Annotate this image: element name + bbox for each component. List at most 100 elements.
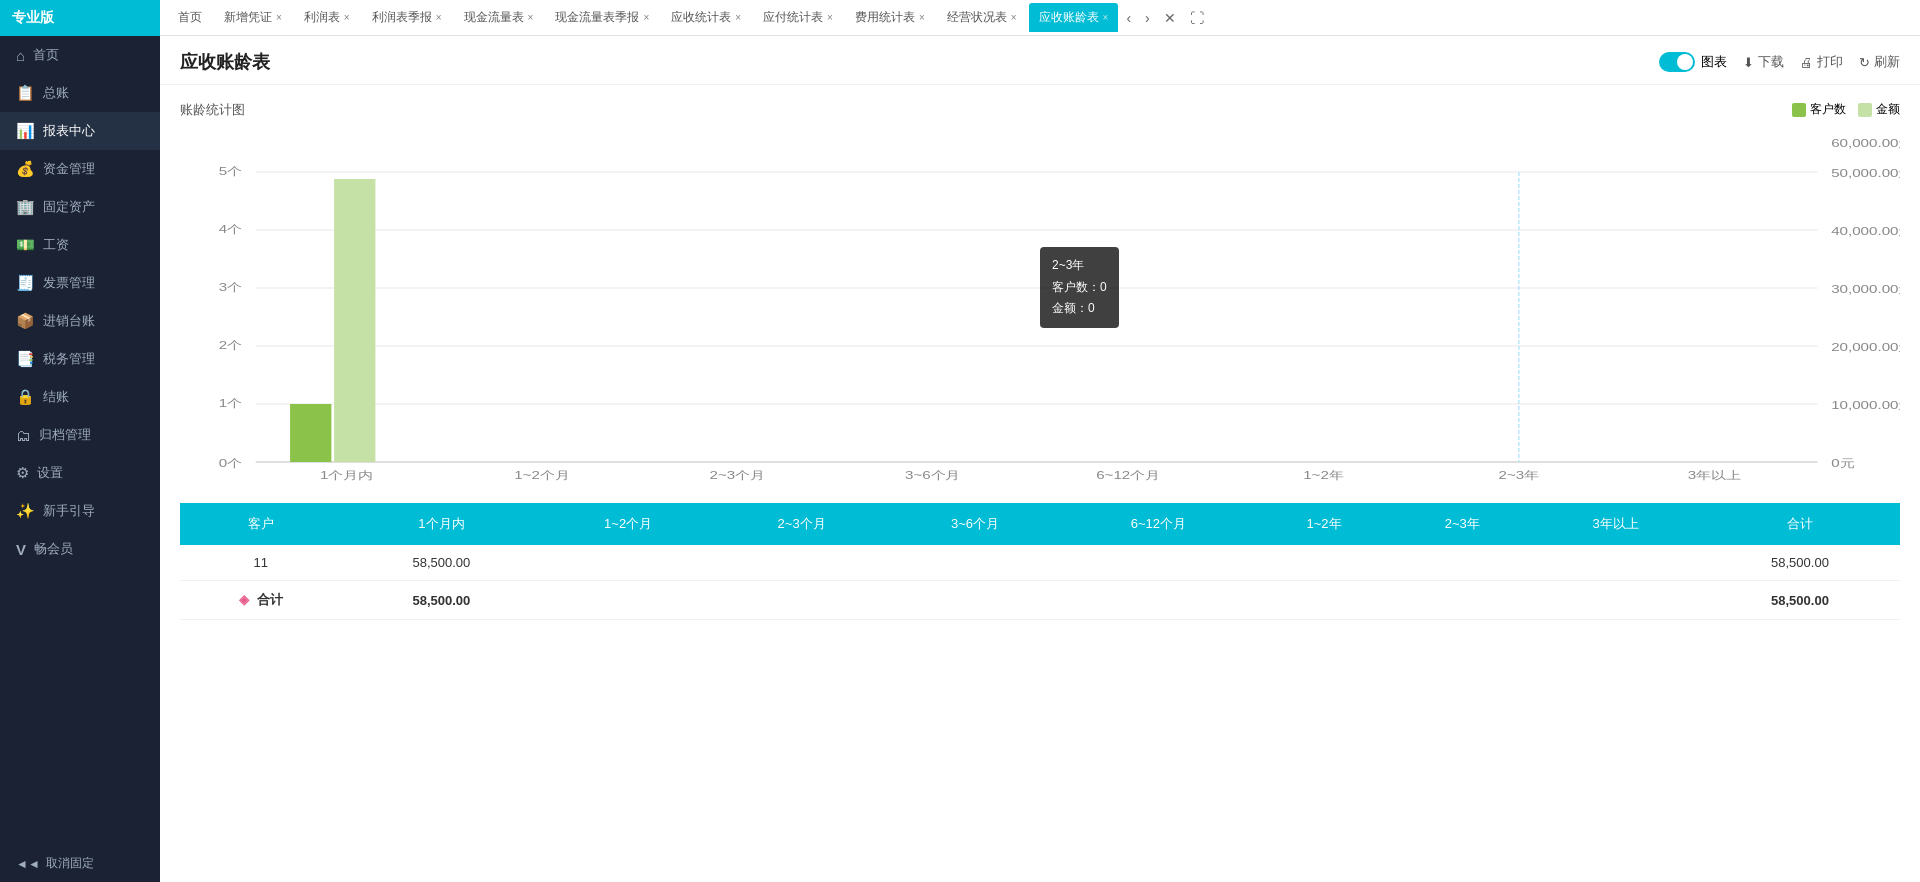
sidebar-item-invoice[interactable]: 🧾 发票管理 bbox=[0, 264, 160, 302]
total-month2-3 bbox=[715, 581, 888, 620]
tab-cashflow-quarterly-label: 现金流量表季报 bbox=[555, 9, 639, 26]
cell-customer: 11 bbox=[180, 545, 341, 581]
table-header-row: 客户 1个月内 1~2个月 2~3个月 3~6个月 6~12个月 1~2年 2~… bbox=[180, 503, 1900, 545]
tab-nav-right[interactable]: › bbox=[1139, 6, 1156, 30]
total-year1-2 bbox=[1255, 581, 1393, 620]
tab-payable-stat-close[interactable]: × bbox=[827, 12, 833, 23]
tab-business-stat[interactable]: 经营状况表 × bbox=[937, 3, 1027, 32]
tab-business-stat-label: 经营状况表 bbox=[947, 9, 1007, 26]
sidebar-item-label: 首页 bbox=[33, 46, 59, 64]
print-button[interactable]: 🖨 打印 bbox=[1800, 53, 1843, 71]
bar-customer-1month bbox=[290, 404, 331, 462]
tab-close-all[interactable]: ✕ bbox=[1158, 6, 1182, 30]
svg-text:1~2个月: 1~2个月 bbox=[514, 469, 569, 481]
reports-icon: 📊 bbox=[16, 122, 35, 140]
cell-total: 58,500.00 bbox=[1700, 545, 1900, 581]
tab-receivable-stat[interactable]: 应收统计表 × bbox=[661, 3, 751, 32]
page-header: 应收账龄表 图表 ⬇ 下载 🖨 打印 ↻ 刷新 bbox=[160, 36, 1920, 85]
stock-icon: 📦 bbox=[16, 312, 35, 330]
sidebar-item-close[interactable]: 🔒 结账 bbox=[0, 378, 160, 416]
cell-month2-3 bbox=[715, 545, 888, 581]
sidebar-item-home[interactable]: ⌂ 首页 bbox=[0, 36, 160, 74]
tab-profit[interactable]: 利润表 × bbox=[294, 3, 360, 32]
sidebar-item-label: 税务管理 bbox=[43, 350, 95, 368]
sidebar-item-ledger[interactable]: 📋 总账 bbox=[0, 74, 160, 112]
tab-profit-close[interactable]: × bbox=[344, 12, 350, 23]
tab-profit-quarterly[interactable]: 利润表季报 × bbox=[362, 3, 452, 32]
legend-amount-color bbox=[1858, 103, 1872, 117]
tab-profit-quarterly-close[interactable]: × bbox=[436, 12, 442, 23]
col-year2-3: 2~3年 bbox=[1393, 503, 1531, 545]
cell-month3-6 bbox=[888, 545, 1061, 581]
total-month6-12 bbox=[1062, 581, 1255, 620]
tab-cashflow-quarterly[interactable]: 现金流量表季报 × bbox=[545, 3, 659, 32]
svg-text:50,000.00元: 50,000.00元 bbox=[1831, 167, 1900, 179]
svg-text:5个: 5个 bbox=[219, 165, 242, 177]
tab-voucher-close[interactable]: × bbox=[276, 12, 282, 23]
tab-payable-stat-label: 应付统计表 bbox=[763, 9, 823, 26]
col-year3plus: 3年以上 bbox=[1531, 503, 1700, 545]
tab-business-stat-close[interactable]: × bbox=[1011, 12, 1017, 23]
sidebar-item-fund[interactable]: 💰 资金管理 bbox=[0, 150, 160, 188]
legend-amount: 金额 bbox=[1858, 101, 1900, 118]
col-month3-6: 3~6个月 bbox=[888, 503, 1061, 545]
member-icon: V bbox=[16, 541, 26, 558]
chart-toggle-label: 图表 bbox=[1701, 53, 1727, 71]
bar-amount-1month bbox=[334, 179, 375, 462]
sidebar-item-guide[interactable]: ✨ 新手引导 bbox=[0, 492, 160, 530]
tax-icon: 📑 bbox=[16, 350, 35, 368]
tab-expense-stat[interactable]: 费用统计表 × bbox=[845, 3, 935, 32]
legend-amount-label: 金额 bbox=[1876, 101, 1900, 118]
home-icon: ⌂ bbox=[16, 47, 25, 64]
download-label: 下载 bbox=[1758, 53, 1784, 71]
sidebar-logo: 专业版 bbox=[0, 0, 160, 36]
svg-text:3~6个月: 3~6个月 bbox=[905, 469, 960, 481]
tab-cashflow-close[interactable]: × bbox=[528, 12, 534, 23]
svg-text:2~3个月: 2~3个月 bbox=[710, 469, 765, 481]
print-label: 打印 bbox=[1817, 53, 1843, 71]
col-customer: 客户 bbox=[180, 503, 341, 545]
sidebar-item-archive[interactable]: 🗂 归档管理 bbox=[0, 416, 160, 454]
chart-svg: 0个 1个 2个 3个 4个 5个 0元 10,000.00元 20,000.0… bbox=[180, 127, 1900, 487]
svg-text:1个月内: 1个月内 bbox=[320, 469, 373, 481]
sidebar-item-tax[interactable]: 📑 税务管理 bbox=[0, 340, 160, 378]
tab-expense-stat-label: 费用统计表 bbox=[855, 9, 915, 26]
svg-text:1个: 1个 bbox=[219, 397, 242, 409]
tab-fullscreen[interactable]: ⛶ bbox=[1184, 6, 1210, 30]
tab-payable-stat[interactable]: 应付统计表 × bbox=[753, 3, 843, 32]
ledger-icon: 📋 bbox=[16, 84, 35, 102]
tab-cashflow[interactable]: 现金流量表 × bbox=[454, 3, 544, 32]
tab-expense-stat-close[interactable]: × bbox=[919, 12, 925, 23]
sidebar-item-label: 结账 bbox=[43, 388, 69, 406]
sidebar-item-reports[interactable]: 📊 报表中心 bbox=[0, 112, 160, 150]
chart-toggle[interactable] bbox=[1659, 52, 1695, 72]
cell-year3plus bbox=[1531, 545, 1700, 581]
tab-aging-table[interactable]: 应收账龄表 × bbox=[1029, 3, 1119, 32]
sidebar-item-salary[interactable]: 💵 工资 bbox=[0, 226, 160, 264]
tab-profit-label: 利润表 bbox=[304, 9, 340, 26]
tab-receivable-stat-close[interactable]: × bbox=[735, 12, 741, 23]
total-label: ◈ 合计 bbox=[180, 581, 341, 620]
sidebar-item-label: 总账 bbox=[43, 84, 69, 102]
sidebar-item-stock[interactable]: 📦 进销台账 bbox=[0, 302, 160, 340]
tab-home[interactable]: 首页 bbox=[168, 3, 212, 32]
total-month1: 58,500.00 bbox=[341, 581, 541, 620]
sidebar-item-label: 新手引导 bbox=[43, 502, 95, 520]
tab-voucher[interactable]: 新增凭证 × bbox=[214, 3, 292, 32]
refresh-button[interactable]: ↻ 刷新 bbox=[1859, 53, 1900, 71]
tab-aging-table-close[interactable]: × bbox=[1103, 12, 1109, 23]
table-area: 客户 1个月内 1~2个月 2~3个月 3~6个月 6~12个月 1~2年 2~… bbox=[180, 503, 1900, 862]
total-year3plus bbox=[1531, 581, 1700, 620]
chart-container: 0个 1个 2个 3个 4个 5个 0元 10,000.00元 20,000.0… bbox=[180, 127, 1900, 487]
cell-month1: 58,500.00 bbox=[341, 545, 541, 581]
sidebar-item-assets[interactable]: 🏢 固定资产 bbox=[0, 188, 160, 226]
sidebar-item-label: 进销台账 bbox=[43, 312, 95, 330]
col-month2-3: 2~3个月 bbox=[715, 503, 888, 545]
cell-year2-3 bbox=[1393, 545, 1531, 581]
sidebar-item-member[interactable]: V 畅会员 bbox=[0, 530, 160, 568]
tab-nav-left[interactable]: ‹ bbox=[1120, 6, 1137, 30]
sidebar-item-settings[interactable]: ⚙ 设置 bbox=[0, 454, 160, 492]
tab-cashflow-quarterly-close[interactable]: × bbox=[643, 12, 649, 23]
download-button[interactable]: ⬇ 下载 bbox=[1743, 53, 1784, 71]
sidebar-pin-toggle[interactable]: ◄◄ 取消固定 bbox=[0, 845, 160, 882]
